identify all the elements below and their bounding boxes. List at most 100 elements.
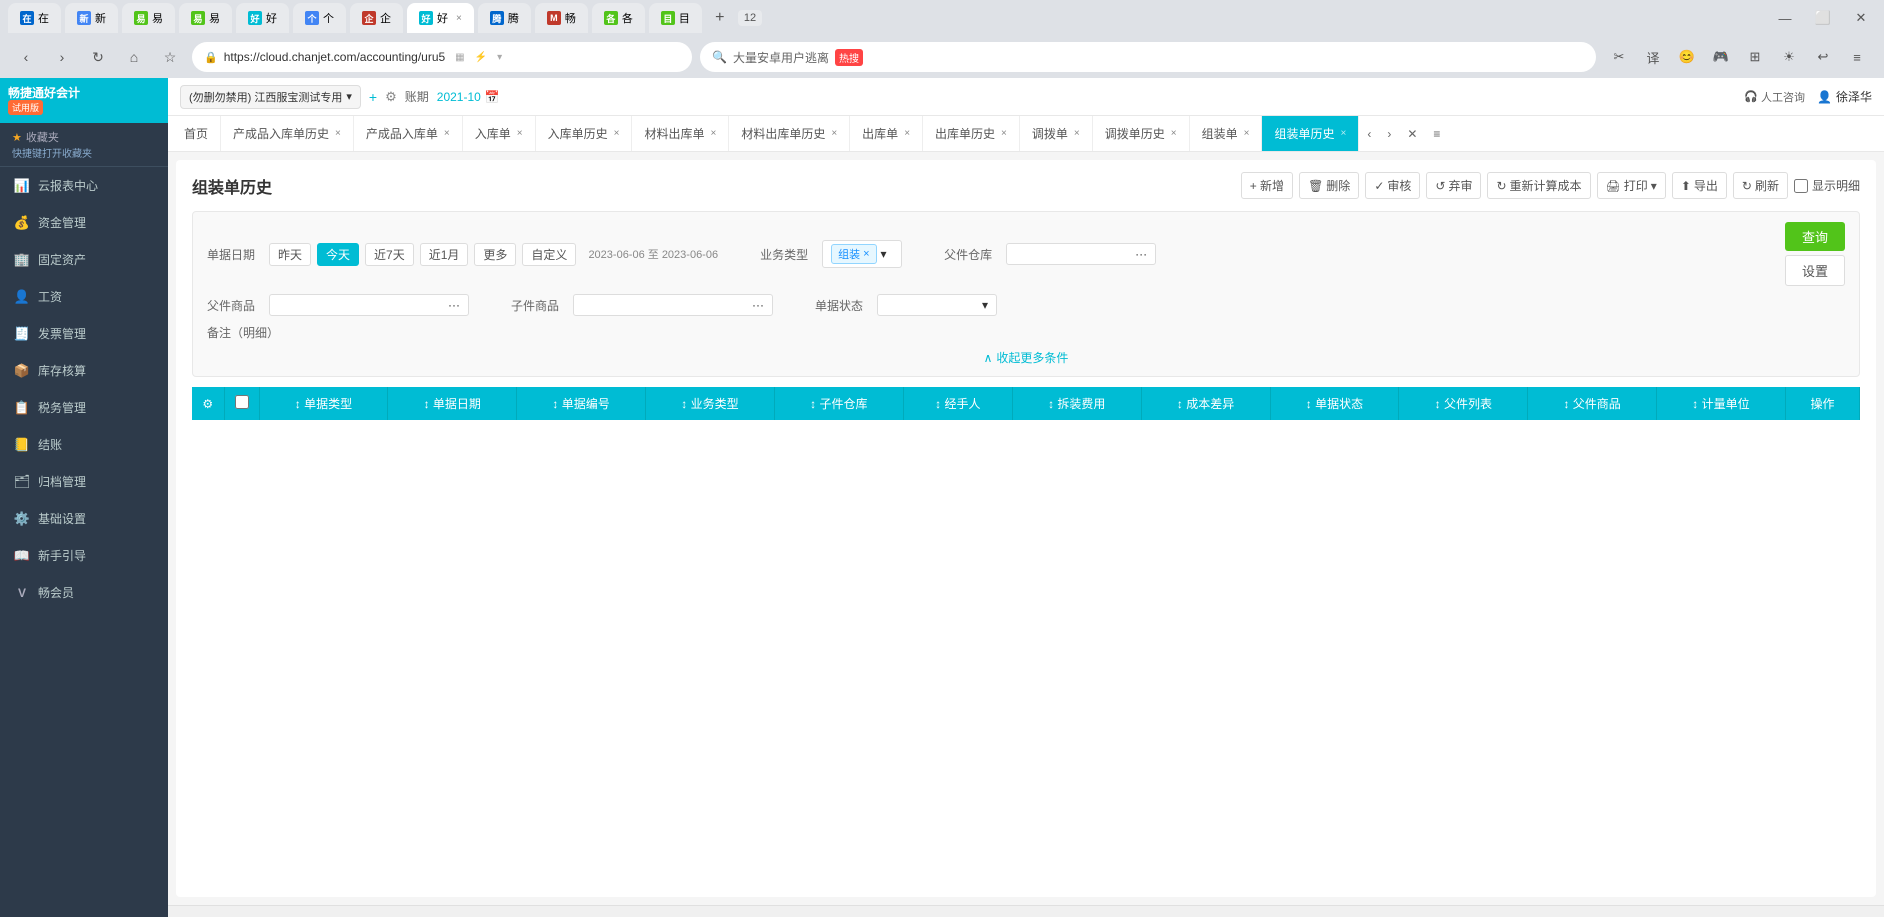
tab-outbound-history[interactable]: 出库单历史 ×	[923, 116, 1020, 152]
home-button[interactable]: ⌂	[120, 43, 148, 71]
child-goods-input[interactable]: ···	[573, 294, 773, 316]
header-unit[interactable]: ↕ 计量单位	[1657, 387, 1786, 420]
tab-nav-next[interactable]: ›	[1379, 116, 1399, 152]
tab-close-icon[interactable]: ×	[614, 128, 620, 139]
browser-tab-5[interactable]: 好 好	[236, 3, 289, 33]
browser-tab-6[interactable]: 个 个	[293, 3, 346, 33]
tab-close-icon[interactable]: ×	[710, 128, 716, 139]
header-bill-date[interactable]: ↕ 单据日期	[388, 387, 517, 420]
grid-icon[interactable]: ⊞	[1740, 43, 1770, 71]
new-tab-button[interactable]: +	[706, 4, 734, 32]
browser-tab-7[interactable]: 企 企	[350, 3, 403, 33]
tab-transfer[interactable]: 调拨单 ×	[1020, 116, 1093, 152]
tab-close-icon[interactable]: ×	[1244, 128, 1250, 139]
select-all-checkbox[interactable]	[235, 395, 249, 409]
game-icon[interactable]: 🎮	[1706, 43, 1736, 71]
browser-tab-3[interactable]: 易 易	[122, 3, 175, 33]
sidebar-item-membership[interactable]: V 畅会员	[0, 574, 168, 611]
business-type-select[interactable]: 组装 × ▾	[822, 240, 902, 268]
forward-button[interactable]: ›	[48, 43, 76, 71]
print-button[interactable]: 🖨 打印 ▾	[1597, 172, 1666, 199]
tab-nav-prev[interactable]: ‹	[1359, 116, 1379, 152]
audit-button[interactable]: ✓ 审核	[1365, 172, 1420, 199]
tab-home[interactable]: 首页	[172, 116, 221, 152]
tab-product-inbound[interactable]: 产成品入库单 ×	[354, 116, 463, 152]
favorites-shortcut-link[interactable]: 快捷键打开收藏夹	[12, 145, 156, 160]
parent-goods-input[interactable]: ···	[269, 294, 469, 316]
tab-material-outbound[interactable]: 材料出库单 ×	[632, 116, 729, 152]
menu-icon[interactable]: ≡	[1842, 43, 1872, 71]
tab-material-outbound-history[interactable]: 材料出库单历史 ×	[729, 116, 850, 152]
tab-close-icon[interactable]: ×	[904, 128, 910, 139]
refresh-button[interactable]: ↻ 刷新	[1733, 172, 1788, 199]
emoji-icon[interactable]: 😊	[1672, 43, 1702, 71]
add-company-btn[interactable]: +	[369, 89, 377, 105]
header-business-type[interactable]: ↕ 业务类型	[646, 387, 775, 420]
add-button[interactable]: + 新增	[1241, 172, 1293, 199]
back-button[interactable]: ‹	[12, 43, 40, 71]
header-bill-no[interactable]: ↕ 单据编号	[517, 387, 646, 420]
minimize-button[interactable]: —	[1770, 4, 1800, 32]
parent-warehouse-select[interactable]: ···	[1006, 243, 1156, 265]
tab-inbound-history[interactable]: 入库单历史 ×	[536, 116, 633, 152]
tab-more-menu[interactable]: ≡	[1425, 116, 1448, 152]
refresh-button[interactable]: ↻	[84, 43, 112, 71]
tab-product-inbound-history[interactable]: 产成品入库单历史 ×	[221, 116, 354, 152]
settings-gear-btn[interactable]: ⚙	[385, 89, 397, 105]
browser-tab-1[interactable]: 在 在	[8, 3, 61, 33]
date-btn-custom[interactable]: 自定义	[522, 243, 576, 266]
sidebar-item-guide[interactable]: 📖 新手引导	[0, 537, 168, 574]
tab-inbound[interactable]: 入库单 ×	[463, 116, 536, 152]
header-disassemble-fee[interactable]: ↕ 拆装费用	[1012, 387, 1141, 420]
tab-assembly-history[interactable]: 组装单历史 ×	[1262, 116, 1359, 152]
date-btn-yesterday[interactable]: 昨天	[269, 243, 311, 266]
browser-tab-9[interactable]: 腾 腾	[478, 3, 531, 33]
browser-tab-11[interactable]: 各 各	[592, 3, 645, 33]
tab-close-icon[interactable]: ×	[1074, 128, 1080, 139]
header-bill-type[interactable]: ↕ 单据类型	[259, 387, 388, 420]
cut-icon[interactable]: ✂	[1604, 43, 1634, 71]
header-cost-diff[interactable]: ↕ 成本差异	[1141, 387, 1270, 420]
tab-close-icon[interactable]: ×	[335, 128, 341, 139]
user-profile[interactable]: 👤 徐泽华	[1817, 88, 1872, 105]
service-button[interactable]: 🎧 人工咨询	[1744, 89, 1805, 105]
period-selector[interactable]: 2021-10 📅	[437, 90, 500, 104]
tab-close-icon[interactable]: ×	[1001, 128, 1007, 139]
collapse-filter-button[interactable]: ∧ 收起更多条件	[207, 349, 1845, 366]
remove-tag-icon[interactable]: ×	[863, 248, 869, 260]
tab-close-icon[interactable]: ×	[1340, 128, 1346, 139]
status-select[interactable]: ▾	[877, 294, 997, 316]
sidebar-item-salary[interactable]: 👤 工资	[0, 278, 168, 315]
tab-assembly[interactable]: 组装单 ×	[1190, 116, 1263, 152]
filter-settings-button[interactable]: 设置	[1785, 255, 1845, 286]
company-selector[interactable]: (勿删勿禁用) 江西服宝测试专用 ▾	[180, 85, 361, 109]
header-gear[interactable]: ⚙	[192, 387, 224, 420]
bookmark-button[interactable]: ☆	[156, 43, 184, 71]
sidebar-item-archive[interactable]: 🗂 归档管理	[0, 463, 168, 500]
header-parent-list[interactable]: ↕ 父件列表	[1399, 387, 1528, 420]
export-button[interactable]: ⬆ 导出	[1672, 172, 1727, 199]
close-button[interactable]: ✕	[1846, 4, 1876, 32]
browser-tab-4[interactable]: 易 易	[179, 3, 232, 33]
tab-close-icon[interactable]: ×	[1171, 128, 1177, 139]
browser-tab-12[interactable]: 目 目	[649, 3, 702, 33]
maximize-button[interactable]: ⬜	[1808, 4, 1838, 32]
bottom-scrollbar[interactable]	[168, 905, 1884, 917]
url-bar[interactable]: 🔒 https://cloud.chanjet.com/accounting/u…	[192, 42, 692, 72]
tab-transfer-history[interactable]: 调拨单历史 ×	[1093, 116, 1190, 152]
browser-tab-10[interactable]: M 畅	[535, 3, 588, 33]
sidebar-item-fixed-assets[interactable]: 🏢 固定资产	[0, 241, 168, 278]
date-btn-7days[interactable]: 近7天	[365, 243, 414, 266]
date-btn-more[interactable]: 更多	[474, 243, 516, 266]
date-btn-today[interactable]: 今天	[317, 243, 359, 266]
tab-8-close[interactable]: ×	[456, 13, 462, 24]
sidebar-item-tax[interactable]: 📋 税务管理	[0, 389, 168, 426]
sidebar-item-reports[interactable]: 📊 云报表中心	[0, 167, 168, 204]
tab-outbound[interactable]: 出库单 ×	[850, 116, 923, 152]
tab-close-icon[interactable]: ×	[831, 128, 837, 139]
sidebar-item-invoices[interactable]: 🧾 发票管理	[0, 315, 168, 352]
undo-icon[interactable]: ↩	[1808, 43, 1838, 71]
tab-close-icon[interactable]: ×	[444, 128, 450, 139]
browser-tab-2[interactable]: 新 新	[65, 3, 118, 33]
display-detail-checkbox[interactable]	[1794, 179, 1808, 193]
